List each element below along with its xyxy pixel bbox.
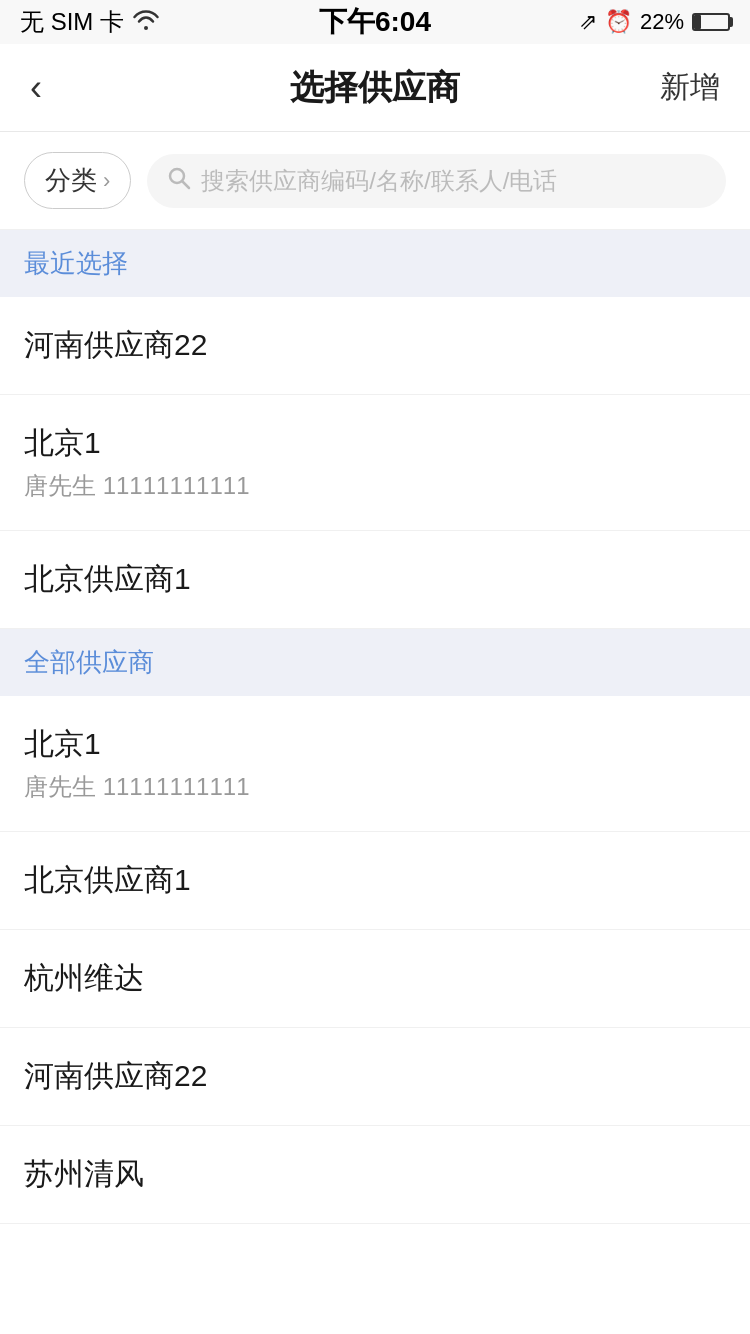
list-item[interactable]: 杭州维达 xyxy=(0,930,750,1028)
location-icon: ⇗ xyxy=(579,9,597,35)
wifi-icon xyxy=(132,8,160,36)
recent-section-title: 最近选择 xyxy=(24,248,128,278)
battery-icon xyxy=(692,13,730,31)
list-item[interactable]: 北京供应商1 xyxy=(0,531,750,629)
all-section-header: 全部供应商 xyxy=(0,629,750,696)
item-name: 河南供应商22 xyxy=(24,325,726,366)
item-detail: 唐先生 11111111111 xyxy=(24,771,726,803)
filter-bar: 分类 › xyxy=(0,132,750,230)
svg-line-1 xyxy=(183,181,190,188)
category-button[interactable]: 分类 › xyxy=(24,152,131,209)
recent-list: 河南供应商22 北京1 唐先生 11111111111 北京供应商1 xyxy=(0,297,750,629)
search-icon xyxy=(167,166,191,196)
recent-section-header: 最近选择 xyxy=(0,230,750,297)
status-time: 下午6:04 xyxy=(319,3,431,41)
item-name: 北京供应商1 xyxy=(24,860,726,901)
list-item[interactable]: 北京1 唐先生 11111111111 xyxy=(0,395,750,531)
item-name: 北京供应商1 xyxy=(24,559,726,600)
item-name: 北京1 xyxy=(24,423,726,464)
battery-label: 22% xyxy=(640,9,684,35)
nav-bar: ‹ 选择供应商 新增 xyxy=(0,44,750,132)
add-button[interactable]: 新增 xyxy=(660,67,720,108)
category-label: 分类 xyxy=(45,163,97,198)
chevron-right-icon: › xyxy=(103,168,110,194)
carrier-label: 无 SIM 卡 xyxy=(20,6,124,38)
search-input[interactable] xyxy=(201,167,706,195)
all-list: 北京1 唐先生 11111111111 北京供应商1 杭州维达河南供应商22 苏州清… xyxy=(0,696,750,1224)
item-name: 北京1 xyxy=(24,724,726,765)
list-item[interactable]: 河南供应商22 xyxy=(0,297,750,395)
back-button[interactable]: ‹ xyxy=(30,67,90,109)
list-item[interactable]: 北京1 唐先生 11111111111 xyxy=(0,696,750,832)
status-left: 无 SIM 卡 xyxy=(20,6,160,38)
item-name: 苏州清风 xyxy=(24,1154,726,1195)
item-detail: 唐先生 11111111111 xyxy=(24,470,726,502)
status-right: ⇗ ⏰ 22% xyxy=(579,9,730,35)
list-item[interactable]: 苏州清风 xyxy=(0,1126,750,1224)
status-bar: 无 SIM 卡 下午6:04 ⇗ ⏰ 22% xyxy=(0,0,750,44)
page-title: 选择供应商 xyxy=(290,65,460,111)
item-name: 杭州维达 xyxy=(24,958,726,999)
all-section-title: 全部供应商 xyxy=(24,647,154,677)
alarm-icon: ⏰ xyxy=(605,9,632,35)
list-item[interactable]: 河南供应商22 xyxy=(0,1028,750,1126)
search-box xyxy=(147,154,726,208)
list-item[interactable]: 北京供应商1 xyxy=(0,832,750,930)
item-name: 河南供应商22 xyxy=(24,1056,726,1097)
